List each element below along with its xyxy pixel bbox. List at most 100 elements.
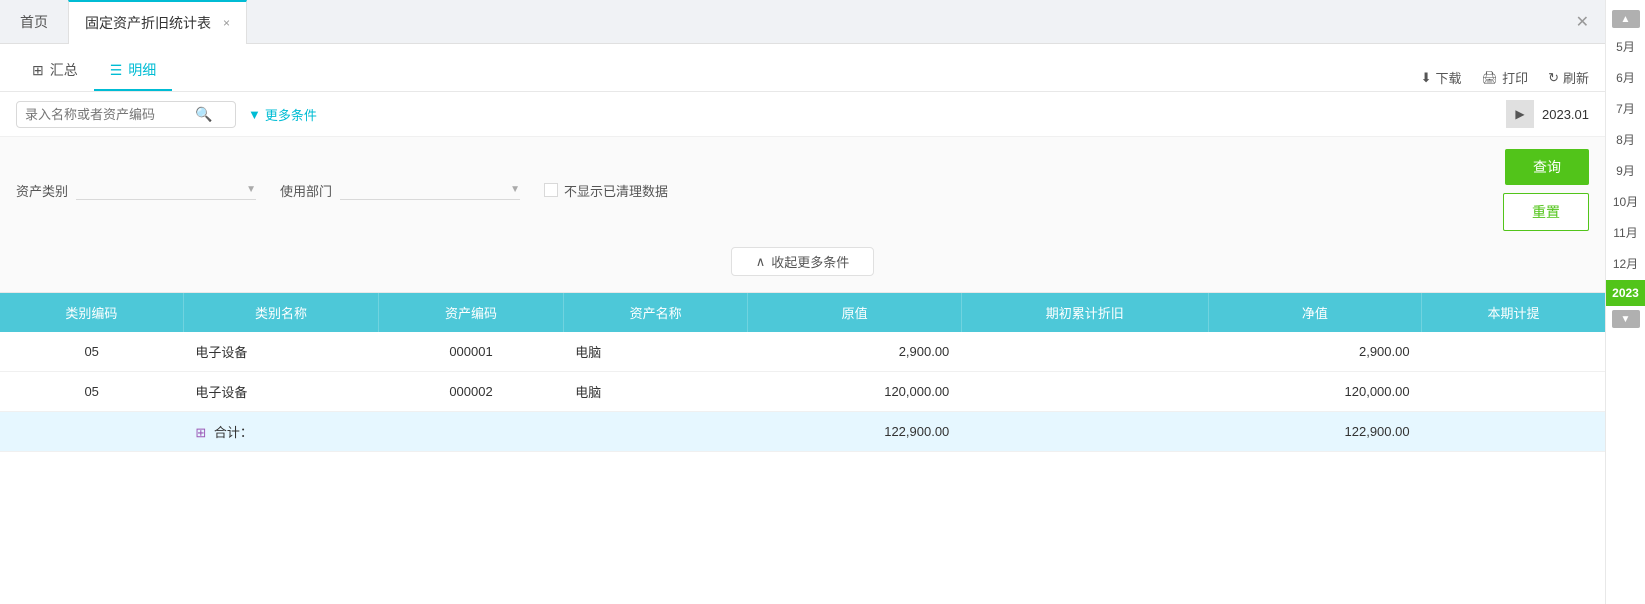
sidebar-down-button[interactable]: ▼ — [1612, 310, 1640, 328]
asset-category-field: 资产类别 ▼ — [16, 180, 256, 200]
cell-asset-name-1: 电脑 — [563, 332, 748, 372]
tab-active[interactable]: 固定资产折旧统计表 × — [68, 0, 247, 44]
sub-tab-bar: ⊞ 汇总 ☰ 明细 ⬇ 下载 🖨 打印 ↻ 刷新 — [0, 44, 1605, 92]
filter-action-col: 查询 重置 — [1503, 149, 1589, 231]
cell-cat-code-2: 05 — [0, 372, 183, 412]
print-label: 打印 — [1502, 68, 1528, 87]
summary-current-period — [1422, 412, 1605, 452]
download-label: 下载 — [1436, 68, 1462, 87]
nav-arrow-button[interactable]: ▶ — [1506, 100, 1534, 128]
cell-accum-dep-2 — [961, 372, 1208, 412]
summary-original-value: 122,900.00 — [748, 412, 961, 452]
tab-home[interactable]: 首页 — [0, 0, 68, 44]
tab-active-label: 固定资产折旧统计表 — [85, 13, 211, 33]
cell-cat-code-1: 05 — [0, 332, 183, 372]
asset-category-arrow-icon: ▼ — [246, 184, 256, 195]
table-wrap: 类别编码 类别名称 资产编码 资产名称 原值 期初累计折旧 净值 本期计提 05… — [0, 293, 1605, 604]
toolbar: 🔍 ▼ 更多条件 ▶ 2023.01 — [0, 92, 1605, 137]
date-label: 2023.01 — [1542, 107, 1589, 122]
window-close-button[interactable]: ✕ — [1560, 12, 1605, 32]
table-header-row: 类别编码 类别名称 资产编码 资产名称 原值 期初累计折旧 净值 本期计提 — [0, 293, 1605, 332]
filter-icon: ▼ — [248, 107, 261, 122]
use-dept-arrow-icon: ▼ — [510, 184, 520, 195]
sidebar-month-11[interactable]: 11月 — [1606, 218, 1645, 247]
cell-net-value-1: 2,900.00 — [1208, 332, 1421, 372]
refresh-button[interactable]: ↻ 刷新 — [1548, 68, 1589, 87]
tab-summary[interactable]: ⊞ 汇总 — [16, 51, 94, 91]
cell-current-period-2 — [1422, 372, 1605, 412]
sub-tab-actions: ⬇ 下载 🖨 打印 ↻ 刷新 — [1421, 68, 1589, 91]
detail-tab-icon: ☰ — [110, 62, 123, 79]
summary-accum-dep — [961, 412, 1208, 452]
use-dept-select[interactable]: ▼ — [340, 180, 520, 200]
use-dept-field: 使用部门 ▼ — [280, 180, 520, 200]
col-cat-code: 类别编码 — [0, 293, 183, 332]
filter-panel: 资产类别 ▼ 使用部门 ▼ 不显示已清理数据 — [0, 137, 1605, 293]
tab-bar: 首页 固定资产折旧统计表 × ✕ — [0, 0, 1605, 44]
print-button[interactable]: 🖨 打印 — [1482, 68, 1529, 87]
refresh-label: 刷新 — [1563, 68, 1589, 87]
sidebar-month-7[interactable]: 7月 — [1606, 94, 1645, 123]
collapse-icon: ∧ — [756, 254, 766, 270]
sidebar-month-5[interactable]: 5月 — [1606, 32, 1645, 61]
col-original-value: 原值 — [748, 293, 961, 332]
sidebar-month-9[interactable]: 9月 — [1606, 156, 1645, 185]
tab-close-icon[interactable]: × — [223, 16, 230, 30]
cell-cat-name-1: 电子设备 — [183, 332, 378, 372]
table-row: 05 电子设备 000001 电脑 2,900.00 2,900.00 — [0, 332, 1605, 372]
more-conditions-label: 更多条件 — [265, 105, 317, 124]
cell-original-value-2: 120,000.00 — [748, 372, 961, 412]
collapse-row: ∧ 收起更多条件 — [16, 243, 1589, 280]
summary-empty-2 — [379, 412, 564, 452]
sidebar-year-badge[interactable]: 2023 — [1606, 280, 1645, 306]
data-table: 类别编码 类别名称 资产编码 资产名称 原值 期初累计折旧 净值 本期计提 05… — [0, 293, 1605, 452]
cell-original-value-1: 2,900.00 — [748, 332, 961, 372]
download-button[interactable]: ⬇ 下载 — [1421, 68, 1462, 87]
col-cat-name: 类别名称 — [183, 293, 378, 332]
table-row: 05 电子设备 000002 电脑 120,000.00 120,000.00 — [0, 372, 1605, 412]
content-area: ⊞ 汇总 ☰ 明细 ⬇ 下载 🖨 打印 ↻ 刷新 — [0, 44, 1605, 604]
hide-cleared-checkbox[interactable] — [544, 183, 558, 197]
col-net-value: 净值 — [1208, 293, 1421, 332]
query-button[interactable]: 查询 — [1505, 149, 1589, 185]
asset-category-select[interactable]: ▼ — [76, 180, 256, 200]
summary-label: ⊞ 合计： — [183, 412, 378, 452]
refresh-icon: ↻ — [1548, 70, 1559, 86]
col-asset-code: 资产编码 — [379, 293, 564, 332]
col-current-period: 本期计提 — [1422, 293, 1605, 332]
search-input[interactable] — [25, 107, 195, 122]
download-icon: ⬇ — [1421, 70, 1432, 86]
cell-asset-code-2: 000002 — [379, 372, 564, 412]
collapse-label: 收起更多条件 — [771, 252, 849, 271]
sidebar-up-button[interactable]: ▲ — [1612, 10, 1640, 28]
more-conditions-button[interactable]: ▼ 更多条件 — [248, 105, 317, 124]
summary-net-value: 122,900.00 — [1208, 412, 1421, 452]
filter-row-1: 资产类别 ▼ 使用部门 ▼ 不显示已清理数据 — [16, 149, 1589, 231]
print-icon: 🖨 — [1482, 70, 1499, 86]
search-wrap: 🔍 — [16, 101, 236, 128]
summary-tab-label: 汇总 — [50, 60, 78, 80]
summary-empty-3 — [563, 412, 748, 452]
col-asset-name: 资产名称 — [563, 293, 748, 332]
cell-asset-code-1: 000001 — [379, 332, 564, 372]
sidebar-month-10[interactable]: 10月 — [1606, 187, 1645, 216]
sidebar-month-12[interactable]: 12月 — [1606, 249, 1645, 278]
hide-cleared-label: 不显示已清理数据 — [564, 181, 668, 200]
collapse-button[interactable]: ∧ 收起更多条件 — [731, 247, 875, 276]
search-icon[interactable]: 🔍 — [195, 106, 212, 123]
sidebar-month-8[interactable]: 8月 — [1606, 125, 1645, 154]
cell-accum-dep-1 — [961, 332, 1208, 372]
tab-detail[interactable]: ☰ 明细 — [94, 51, 173, 91]
sidebar-month-6[interactable]: 6月 — [1606, 63, 1645, 92]
summary-empty-1 — [0, 412, 183, 452]
cell-asset-name-2: 电脑 — [563, 372, 748, 412]
reset-button[interactable]: 重置 — [1503, 193, 1589, 231]
detail-tab-label: 明细 — [128, 60, 156, 80]
summary-row: ⊞ 合计： 122,900.00 122,900.00 — [0, 412, 1605, 452]
summary-icon: ⊞ — [195, 425, 206, 440]
cell-cat-name-2: 电子设备 — [183, 372, 378, 412]
cell-current-period-1 — [1422, 332, 1605, 372]
right-sidebar: ▲ 5月 6月 7月 8月 9月 10月 11月 12月 2023 ▼ — [1605, 0, 1645, 604]
hide-cleared-wrap: 不显示已清理数据 — [544, 181, 668, 200]
toolbar-right: ▶ 2023.01 — [1506, 100, 1589, 128]
